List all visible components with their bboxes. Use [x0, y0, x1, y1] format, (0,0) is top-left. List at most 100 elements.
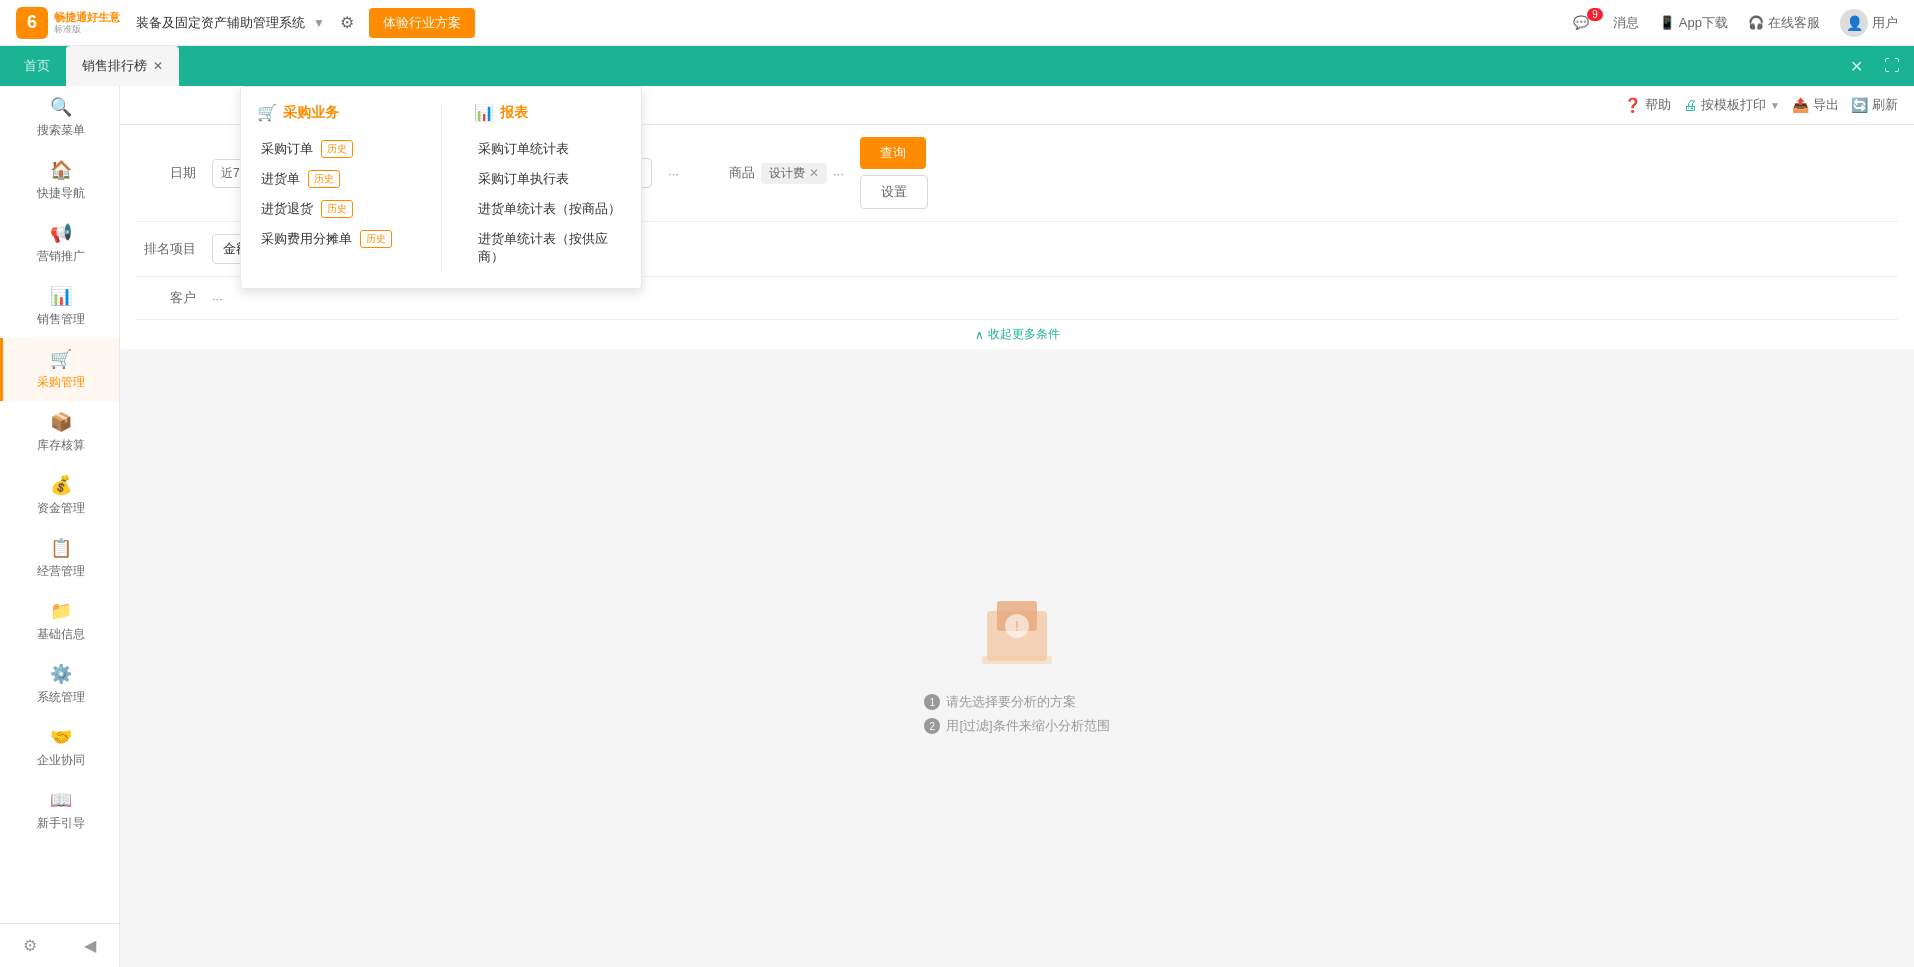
inventory-icon: 📦 — [50, 411, 72, 433]
refresh-button[interactable]: 🔄 刷新 — [1851, 96, 1898, 114]
report-section-label: 报表 — [500, 104, 528, 122]
collapse-button[interactable]: ∧ 收起更多条件 — [136, 320, 1898, 349]
cost-label: 采购费用分摊单 — [261, 230, 352, 248]
tab-maximize-icon[interactable]: ⛶ — [1878, 52, 1906, 80]
tip-num-2: 2 — [924, 718, 940, 734]
logo-sub: 标准版 — [54, 24, 120, 35]
sales-mgmt-icon: 📊 — [50, 285, 72, 307]
tab-close-icon[interactable]: ✕ — [153, 59, 163, 73]
goods-filter-area: 商品 设计费 ✕ ··· — [695, 163, 844, 184]
user-item[interactable]: 👤 用户 — [1840, 9, 1898, 37]
sidebar-item-system-mgmt[interactable]: ⚙️ 系统管理 — [0, 653, 119, 716]
tab-sales-ranking[interactable]: 销售排行榜 ✕ — [66, 46, 179, 86]
sidebar-item-guide-label: 新手引导 — [37, 815, 85, 832]
menu-item-inbound[interactable]: 进货单 历史 — [257, 164, 409, 194]
menu-item-cost[interactable]: 采购费用分摊单 历史 — [257, 224, 409, 254]
app-download-item[interactable]: 📱 App下载 — [1659, 14, 1728, 32]
rank-filter-label: 排名项目 — [136, 240, 196, 258]
guide-icon: 📖 — [50, 789, 72, 811]
history-badge-1: 历史 — [321, 140, 353, 158]
goods-dots-btn[interactable]: ··· — [833, 166, 844, 181]
help-button[interactable]: ❓ 帮助 — [1624, 96, 1671, 114]
menu-item-inbound-by-supplier[interactable]: 进货单统计表（按供应商） — [474, 224, 626, 272]
help-label: 帮助 — [1645, 96, 1671, 114]
tab-home[interactable]: 首页 — [8, 46, 66, 86]
industry-button[interactable]: 体验行业方案 — [369, 8, 475, 38]
purchase-section-title: 🛒 采购业务 — [257, 103, 409, 122]
tab-bar-right: ✕ ⛶ — [1842, 52, 1906, 80]
empty-tip-1: 1 请先选择要分析的方案 — [924, 693, 1109, 711]
system-dropdown-arrow[interactable]: ▼ — [313, 16, 325, 30]
sidebar-item-capital-label: 资金管理 — [37, 500, 85, 517]
export-button[interactable]: 📤 导出 — [1792, 96, 1839, 114]
sidebar-item-inventory-label: 库存核算 — [37, 437, 85, 454]
sidebar-bottom: ⚙ ◀ — [0, 923, 119, 967]
purchase-business-section: 🛒 采购业务 采购订单 历史 进货单 历史 进货退货 历史 — [257, 103, 409, 272]
user-label: 用户 — [1872, 14, 1898, 32]
settings-icon[interactable]: ⚙ — [333, 9, 361, 37]
sidebar-item-basic-info[interactable]: 📁 基础信息 — [0, 590, 119, 653]
sidebar-item-enterprise[interactable]: 🤝 企业协同 — [0, 716, 119, 779]
enterprise-icon: 🤝 — [50, 726, 72, 748]
menu-item-order-stats[interactable]: 采购订单统计表 — [474, 134, 626, 164]
phone-icon: 📱 — [1659, 15, 1675, 30]
sidebar-item-guide[interactable]: 📖 新手引导 — [0, 779, 119, 842]
top-header: 6 畅捷通好生意 标准版 装备及固定资产辅助管理系统 ▼ ⚙ 体验行业方案 💬 … — [0, 0, 1914, 46]
empty-tip-2: 2 用[过滤]条件来缩小分析范围 — [924, 717, 1109, 735]
history-badge-4: 历史 — [360, 230, 392, 248]
app-download-label: App下载 — [1679, 14, 1728, 32]
online-service-item[interactable]: 🎧 在线客服 — [1748, 14, 1820, 32]
export-icon: 📤 — [1792, 97, 1809, 113]
logo-area: 6 畅捷通好生意 标准版 — [16, 7, 136, 39]
report-section: 📊 报表 采购订单统计表 采购订单执行表 进货单统计表（按商品） 进货单统计表（… — [474, 103, 626, 272]
menu-item-order-exec[interactable]: 采购订单执行表 — [474, 164, 626, 194]
capital-icon: 💰 — [50, 474, 72, 496]
order-stats-label: 采购订单统计表 — [478, 140, 569, 158]
sidebar-item-marketing-label: 营销推广 — [37, 248, 85, 265]
right-action-col: 查询 设置 — [860, 137, 960, 209]
message-label: 消息 — [1613, 14, 1639, 32]
history-badge-2: 历史 — [308, 170, 340, 188]
set-button[interactable]: 设置 — [860, 175, 928, 209]
sidebar-item-quick-nav[interactable]: 🏠 快捷导航 — [0, 149, 119, 212]
marketing-icon: 📢 — [50, 222, 72, 244]
message-item[interactable]: 💬 9 消息 — [1573, 14, 1639, 32]
bottom-collapse-icon[interactable]: ◀ — [84, 936, 96, 955]
sidebar-item-operations[interactable]: 📋 经营管理 — [0, 527, 119, 590]
print-dropdown-icon[interactable]: ▼ — [1770, 100, 1780, 111]
goods-tag-close[interactable]: ✕ — [809, 166, 819, 180]
sidebar-item-capital[interactable]: 💰 资金管理 — [0, 464, 119, 527]
empty-tips: 1 请先选择要分析的方案 2 用[过滤]条件来缩小分析范围 — [924, 693, 1109, 735]
customer-dots-btn[interactable]: ··· — [212, 291, 223, 306]
menu-item-purchase-order[interactable]: 采购订单 历史 — [257, 134, 409, 164]
customer-filter-label: 客户 — [136, 289, 196, 307]
purchase-mgmt-icon: 🛒 — [50, 348, 72, 370]
sidebar-item-inventory[interactable]: 📦 库存核算 — [0, 401, 119, 464]
export-label: 导出 — [1813, 96, 1839, 114]
status-dots-btn[interactable]: ··· — [668, 166, 679, 181]
content-area: ❓ 帮助 🖨 按模板打印 ▼ 📤 导出 🔄 刷新 日期 — [120, 86, 1914, 967]
tab-close-all-icon[interactable]: ✕ — [1842, 52, 1870, 80]
purchase-section-icon: 🛒 — [257, 103, 277, 122]
sidebar-item-purchase-mgmt[interactable]: 🛒 采购管理 — [0, 338, 119, 401]
sidebar-item-marketing[interactable]: 📢 营销推广 — [0, 212, 119, 275]
search-menu-icon: 🔍 — [50, 96, 72, 118]
bottom-settings-icon[interactable]: ⚙ — [23, 936, 37, 955]
sidebar-item-search-menu[interactable]: 🔍 搜索菜单 — [0, 86, 119, 149]
print-button[interactable]: 🖨 按模板打印 ▼ — [1683, 96, 1780, 114]
sidebar: 🔍 搜索菜单 🏠 快捷导航 📢 营销推广 📊 销售管理 🛒 采购管理 📦 库存核… — [0, 86, 120, 967]
query-button[interactable]: 查询 — [860, 137, 926, 169]
main-layout: 🔍 搜索菜单 🏠 快捷导航 📢 营销推广 📊 销售管理 🛒 采购管理 📦 库存核… — [0, 86, 1914, 967]
logo-text: 畅捷通好生意 标准版 — [54, 11, 120, 35]
inbound-by-goods-label: 进货单统计表（按商品） — [478, 200, 621, 218]
sidebar-item-sales-mgmt[interactable]: 📊 销售管理 — [0, 275, 119, 338]
inbound-by-supplier-label: 进货单统计表（按供应商） — [478, 230, 622, 266]
menu-item-return[interactable]: 进货退货 历史 — [257, 194, 409, 224]
return-label: 进货退货 — [261, 200, 313, 218]
tab-bar: 首页 销售排行榜 ✕ ✕ ⛶ — [0, 46, 1914, 86]
purchase-dropdown-menu: 🛒 采购业务 采购订单 历史 进货单 历史 进货退货 历史 — [240, 86, 642, 289]
sidebar-item-system-mgmt-label: 系统管理 — [37, 689, 85, 706]
goods-filter-label: 商品 — [695, 164, 755, 182]
menu-divider — [441, 103, 442, 272]
menu-item-inbound-by-goods[interactable]: 进货单统计表（按商品） — [474, 194, 626, 224]
